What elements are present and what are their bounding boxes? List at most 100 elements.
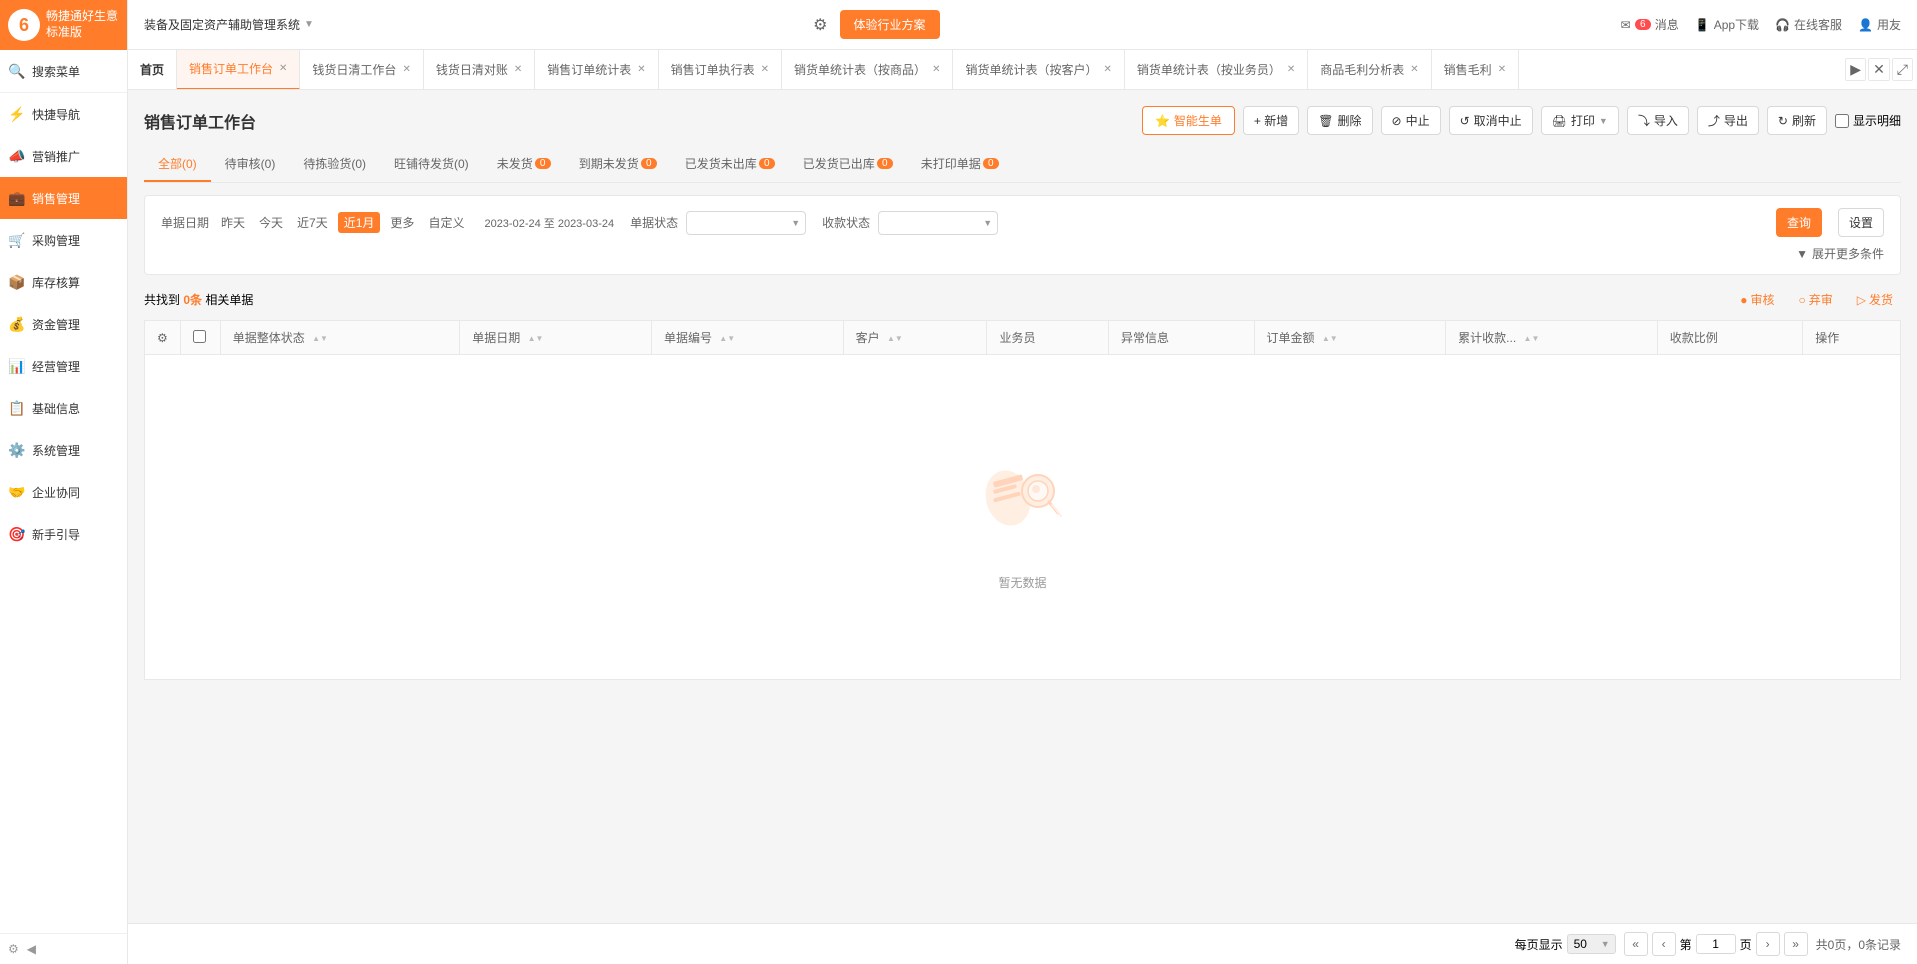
per-page-select[interactable]: 10 20 50 100 bbox=[1567, 934, 1616, 954]
sidebar-item-marketing[interactable]: 📣 营销推广 bbox=[0, 135, 127, 177]
export-button[interactable]: ⤴ 导出 bbox=[1697, 106, 1759, 135]
tab-sales-stats[interactable]: 销售订单统计表 ✕ bbox=[535, 50, 658, 90]
filter-tab-expired[interactable]: 到期未发货 0 bbox=[565, 147, 671, 182]
online-service-item[interactable]: 🎧 在线客服 bbox=[1775, 16, 1842, 33]
sort-status-icon[interactable]: ▲▼ bbox=[312, 334, 328, 343]
col-checkbox[interactable] bbox=[180, 321, 220, 355]
today-shortcut[interactable]: 今天 bbox=[255, 212, 287, 233]
tab-close-revenue[interactable]: ✕ bbox=[1498, 64, 1506, 75]
delete-button[interactable]: 🗑 删除 bbox=[1307, 106, 1372, 135]
sort-date-icon[interactable]: ▲▼ bbox=[528, 334, 544, 343]
expand-more-btn[interactable]: ▼ 展开更多条件 bbox=[1796, 245, 1884, 262]
import-button[interactable]: ⤵ 导入 bbox=[1627, 106, 1689, 135]
first-page-btn[interactable]: « bbox=[1624, 932, 1648, 956]
tab-sales-product[interactable]: 销货单统计表（按商品） ✕ bbox=[782, 50, 953, 90]
tab-cash-reconcile[interactable]: 钱货日清对账 ✕ bbox=[424, 50, 535, 90]
app-download-item[interactable]: 📱 App下载 bbox=[1695, 16, 1759, 33]
col-date: 单据日期 ▲▼ bbox=[460, 321, 652, 355]
payment-select[interactable] bbox=[878, 211, 998, 235]
collapse-icon[interactable]: ◀ bbox=[27, 942, 36, 956]
review-btn[interactable]: ● 审核 bbox=[1732, 287, 1782, 312]
print-button[interactable]: 🖨 打印 ▼ bbox=[1541, 106, 1619, 135]
tab-margin[interactable]: 商品毛利分析表 ✕ bbox=[1308, 50, 1431, 90]
smart-generate-button[interactable]: ⭐ 智能生单 bbox=[1142, 106, 1235, 135]
sidebar-item-basic-info[interactable]: 📋 基础信息 bbox=[0, 387, 127, 429]
tab-sales-order-workbench[interactable]: 销售订单工作台 ✕ bbox=[177, 50, 300, 90]
tab-sales-staff[interactable]: 销货单统计表（按业务员） ✕ bbox=[1125, 50, 1308, 90]
page-number-input[interactable] bbox=[1696, 934, 1736, 954]
add-button[interactable]: + 新增 bbox=[1243, 106, 1299, 135]
yesterday-shortcut[interactable]: 昨天 bbox=[217, 212, 249, 233]
sidebar-item-finance[interactable]: 💰 资金管理 bbox=[0, 303, 127, 345]
search-button[interactable]: 查询 bbox=[1776, 208, 1822, 237]
filter-tab-shipped-not-out[interactable]: 已发货未出库 0 bbox=[671, 147, 789, 182]
tab-close-staff[interactable]: ✕ bbox=[1287, 64, 1295, 75]
sidebar-item-system[interactable]: ⚙️ 系统管理 bbox=[0, 429, 127, 471]
sidebar-search[interactable]: 🔍 搜索菜单 bbox=[0, 50, 127, 93]
tab-close-product[interactable]: ✕ bbox=[932, 64, 940, 75]
cancel-suspend-button[interactable]: ↺ 取消中止 bbox=[1449, 106, 1533, 135]
prev-page-btn[interactable]: ‹ bbox=[1652, 932, 1676, 956]
ship-btn[interactable]: ▷ 发货 bbox=[1849, 287, 1901, 312]
filter-tab-pending-check[interactable]: 待拣验货(0) bbox=[289, 147, 380, 182]
tab-close-sales-order[interactable]: ✕ bbox=[279, 63, 287, 74]
more-shortcut[interactable]: 更多 bbox=[386, 212, 418, 233]
tab-cash-daily[interactable]: 钱货日清工作台 ✕ bbox=[300, 50, 423, 90]
filter-tab-shipped-out[interactable]: 已发货已出库 0 bbox=[789, 147, 907, 182]
sidebar-item-sales[interactable]: 💼 销售管理 bbox=[0, 177, 127, 219]
tab-close-cash-daily[interactable]: ✕ bbox=[402, 64, 410, 75]
filter-tab-not-printed[interactable]: 未打印单据 0 bbox=[907, 147, 1013, 182]
last-month-shortcut[interactable]: 近1月 bbox=[338, 212, 381, 233]
refresh-button[interactable]: ↻ 刷新 bbox=[1767, 106, 1827, 135]
tab-close-margin[interactable]: ✕ bbox=[1410, 64, 1418, 75]
search-icon: 🔍 bbox=[8, 62, 26, 80]
sidebar-item-guide[interactable]: 🎯 新手引导 bbox=[0, 513, 127, 555]
filter-tab-pending-review[interactable]: 待审核(0) bbox=[211, 147, 290, 182]
tab-revenue[interactable]: 销售毛利 ✕ bbox=[1432, 50, 1519, 90]
suspend-button[interactable]: ⊘ 中止 bbox=[1381, 106, 1441, 135]
tab-close-exec[interactable]: ✕ bbox=[761, 64, 769, 75]
tab-close-all-icon[interactable]: ✕ bbox=[1868, 58, 1890, 81]
cancel-review-btn[interactable]: ○ 弃审 bbox=[1790, 287, 1840, 312]
select-all-checkbox[interactable] bbox=[193, 330, 206, 343]
sidebar-item-inventory[interactable]: 📦 库存核算 bbox=[0, 261, 127, 303]
filter-tab-not-shipped[interactable]: 未发货 0 bbox=[483, 147, 565, 182]
settings-filter-button[interactable]: 设置 bbox=[1838, 208, 1884, 237]
user-item[interactable]: 👤 用友 bbox=[1858, 16, 1901, 33]
sort-customer-icon[interactable]: ▲▼ bbox=[887, 334, 903, 343]
col-settings[interactable]: ⚙ bbox=[145, 321, 181, 355]
tab-maximize-icon[interactable]: ⤢ bbox=[1892, 58, 1913, 81]
delete-icon: 🗑 bbox=[1318, 114, 1333, 128]
sort-collected-icon[interactable]: ▲▼ bbox=[1524, 334, 1540, 343]
sidebar-item-enterprise[interactable]: 🤝 企业协同 bbox=[0, 471, 127, 513]
settings-icon[interactable]: ⚙ bbox=[8, 942, 19, 956]
last7days-shortcut[interactable]: 近7天 bbox=[293, 212, 332, 233]
show-detail-label[interactable]: 显示明细 bbox=[1835, 112, 1901, 129]
purchase-icon: 🛒 bbox=[8, 231, 26, 249]
sidebar-item-operation[interactable]: 📊 经营管理 bbox=[0, 345, 127, 387]
promo-button[interactable]: 体验行业方案 bbox=[840, 10, 940, 39]
filter-tab-all[interactable]: 全部(0) bbox=[144, 147, 211, 182]
sidebar-item-quick-nav[interactable]: ⚡ 快捷导航 bbox=[0, 93, 127, 135]
tab-close-customer[interactable]: ✕ bbox=[1103, 64, 1111, 75]
last-page-btn[interactable]: » bbox=[1784, 932, 1808, 956]
tab-scroll-right-icon[interactable]: ▶ bbox=[1845, 58, 1866, 81]
filter-tab-wangpu[interactable]: 旺铺待发货(0) bbox=[380, 147, 483, 182]
sort-amount-icon[interactable]: ▲▼ bbox=[1322, 334, 1338, 343]
tab-sales-exec[interactable]: 销售订单执行表 ✕ bbox=[659, 50, 782, 90]
sort-number-icon[interactable]: ▲▼ bbox=[719, 334, 735, 343]
tab-home[interactable]: 首页 bbox=[128, 50, 177, 90]
tab-close-reconcile[interactable]: ✕ bbox=[514, 64, 522, 75]
show-detail-checkbox[interactable] bbox=[1835, 114, 1849, 128]
tab-sales-customer[interactable]: 销货单统计表（按客户） ✕ bbox=[953, 50, 1124, 90]
sidebar-item-purchase[interactable]: 🛒 采购管理 bbox=[0, 219, 127, 261]
basic-info-icon: 📋 bbox=[8, 399, 26, 417]
tab-close-stats[interactable]: ✕ bbox=[637, 64, 645, 75]
custom-shortcut[interactable]: 自定义 bbox=[424, 212, 468, 233]
message-item[interactable]: ✉ 6 消息 bbox=[1621, 16, 1679, 33]
status-select[interactable] bbox=[686, 211, 806, 235]
system-selector[interactable]: 装备及固定资产辅助管理系统 ▼ bbox=[144, 16, 801, 33]
settings-gear-icon[interactable]: ⚙ bbox=[813, 15, 827, 35]
date-range-text: 2023-02-24 至 2023-03-24 bbox=[484, 215, 614, 231]
next-page-btn[interactable]: › bbox=[1756, 932, 1780, 956]
